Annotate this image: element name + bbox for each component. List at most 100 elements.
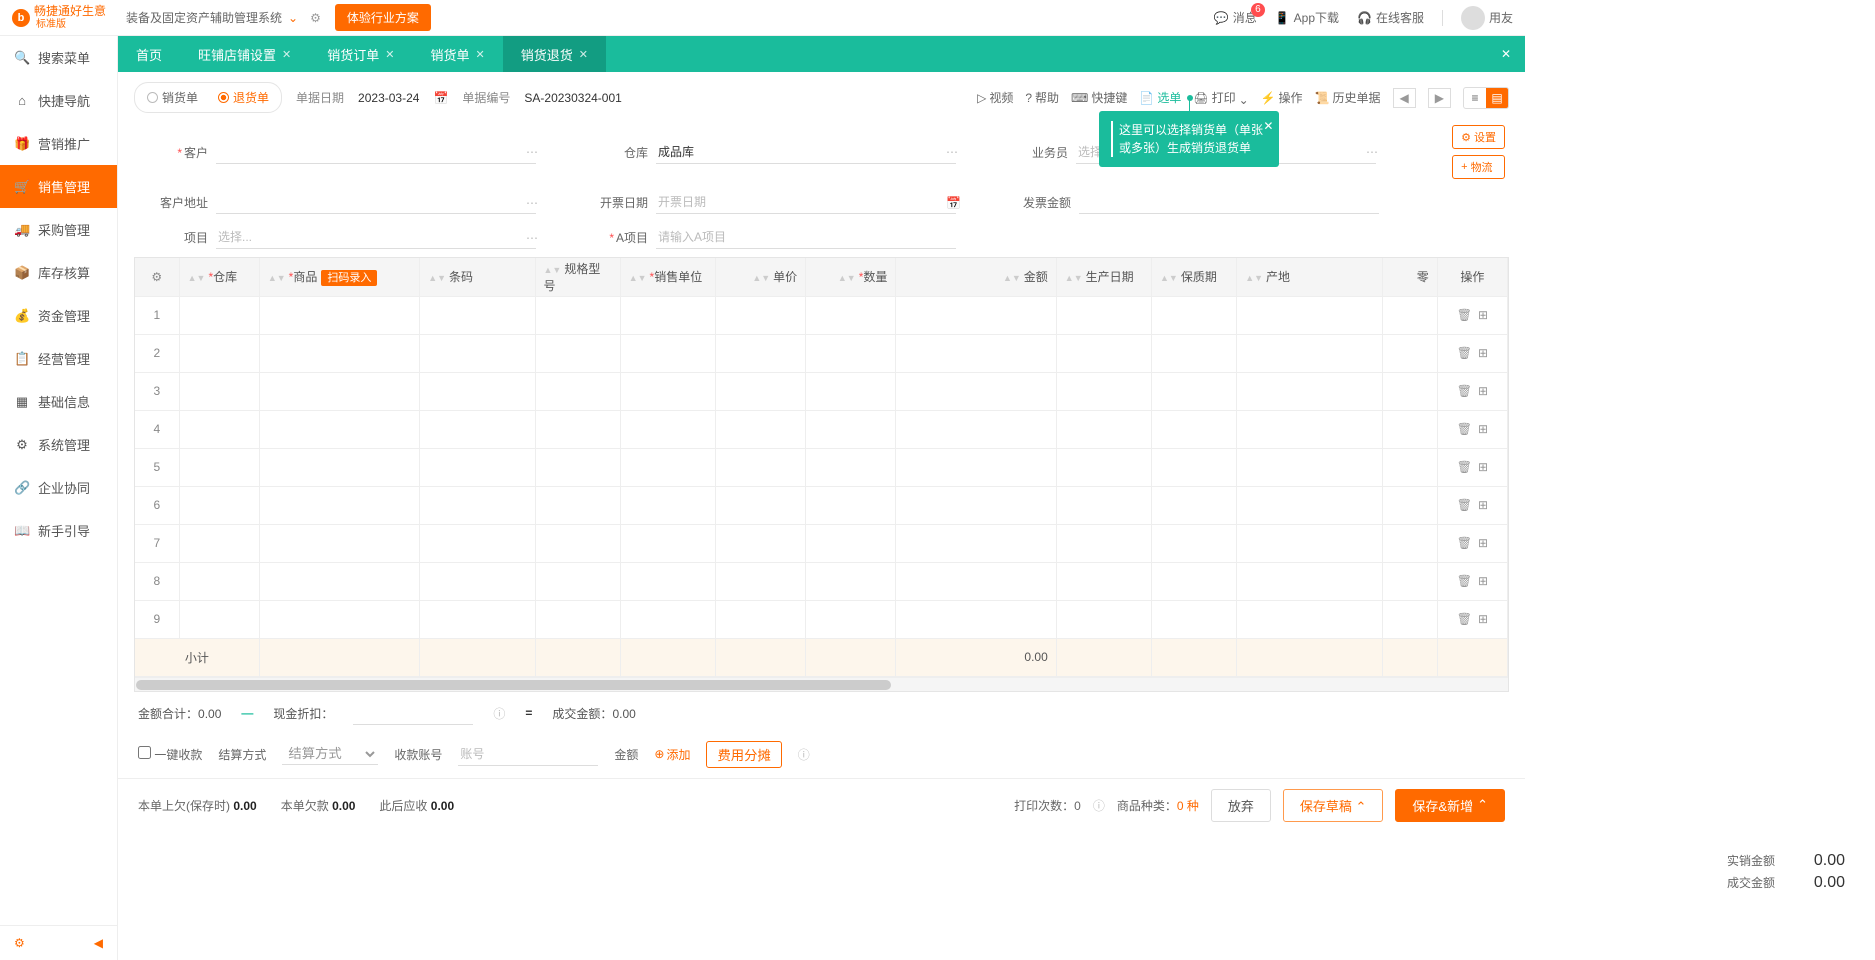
col-origin[interactable]: ▲▼产地	[1237, 258, 1382, 296]
table-row[interactable]: 8🗑⊞	[135, 562, 1508, 600]
radio-sales[interactable]: 销货单	[137, 85, 208, 110]
col-price[interactable]: ▲▼单价	[715, 258, 805, 296]
sidebar-item-marketing[interactable]: 🎁营销推广	[0, 122, 117, 165]
discount-input[interactable]	[353, 702, 473, 725]
sidebar-item-finance[interactable]: 💰资金管理	[0, 294, 117, 337]
delete-icon[interactable]: 🗑	[1457, 422, 1472, 436]
account-input[interactable]	[458, 743, 598, 766]
view-list-button[interactable]: ≡	[1464, 88, 1486, 108]
copy-icon[interactable]: ⊞	[1478, 460, 1488, 474]
hotkey-button[interactable]: ⌨快捷键	[1071, 89, 1127, 106]
sidebar-item-basic[interactable]: ▦基础信息	[0, 380, 117, 423]
sidebar-item-system[interactable]: ⚙系统管理	[0, 423, 117, 466]
save-new-button[interactable]: 保存&新增 ⌃	[1395, 789, 1505, 822]
warehouse-input[interactable]	[656, 141, 956, 164]
copy-icon[interactable]: ⊞	[1478, 308, 1488, 322]
help-button[interactable]: ?帮助	[1025, 89, 1059, 106]
discard-button[interactable]: 放弃	[1211, 789, 1271, 822]
select-doc-button[interactable]: 📄选单 这里可以选择销货单（单张或多张）生成销货退货单 ✕	[1139, 89, 1181, 106]
info-icon[interactable]: ⓘ	[493, 705, 505, 722]
col-qty[interactable]: ▲▼*数量	[806, 258, 896, 296]
video-button[interactable]: ▷视频	[977, 89, 1013, 106]
tab-sales-doc[interactable]: 销货单✕	[412, 36, 502, 72]
add-payment-button[interactable]: ⊕添加	[654, 746, 690, 763]
info-icon[interactable]: ⓘ	[798, 746, 810, 763]
tooltip-close-icon[interactable]: ✕	[1263, 117, 1273, 135]
col-shelf[interactable]: ▲▼保质期	[1152, 258, 1237, 296]
more-icon[interactable]: ⋯	[946, 145, 958, 159]
address-input[interactable]	[216, 191, 536, 214]
close-icon[interactable]: ✕	[282, 48, 291, 61]
sidebar-item-guide[interactable]: 📖新手引导	[0, 509, 117, 552]
sidebar-collapse-icon[interactable]: ◀	[94, 936, 103, 950]
user-menu[interactable]: 用友	[1461, 6, 1513, 30]
close-icon[interactable]: ✕	[476, 48, 485, 61]
prev-doc-button[interactable]: ◀	[1393, 88, 1416, 108]
col-settings[interactable]: ⚙	[135, 258, 179, 296]
project-input[interactable]	[216, 226, 536, 249]
copy-icon[interactable]: ⊞	[1478, 498, 1488, 512]
delete-icon[interactable]: 🗑	[1457, 346, 1472, 360]
copy-icon[interactable]: ⊞	[1478, 574, 1488, 588]
col-proddate[interactable]: ▲▼生产日期	[1056, 258, 1151, 296]
more-icon[interactable]: ⋯	[526, 145, 538, 159]
col-amount[interactable]: ▲▼金额	[896, 258, 1056, 296]
more-icon[interactable]: ⋯	[1366, 145, 1378, 159]
col-spec[interactable]: ▲▼规格型号	[535, 258, 620, 296]
copy-icon[interactable]: ⊞	[1478, 612, 1488, 626]
info-icon[interactable]: ⓘ	[1093, 797, 1105, 814]
close-icon[interactable]: ✕	[579, 48, 588, 61]
sidebar-item-collab[interactable]: 🔗企业协同	[0, 466, 117, 509]
more-icon[interactable]: ⋯	[526, 231, 538, 245]
copy-icon[interactable]: ⊞	[1478, 384, 1488, 398]
print-button[interactable]: 🖨打印⌄	[1193, 89, 1248, 106]
delete-icon[interactable]: 🗑	[1457, 536, 1472, 550]
calendar-icon[interactable]: 📅	[946, 196, 961, 210]
fee-share-button[interactable]: 费用分摊	[706, 741, 781, 768]
sidebar-item-inventory[interactable]: 📦库存核算	[0, 251, 117, 294]
history-button[interactable]: 📜历史单据	[1315, 89, 1381, 106]
copy-icon[interactable]: ⊞	[1478, 422, 1488, 436]
logistics-button[interactable]: +物流	[1452, 155, 1505, 179]
settings-button[interactable]: ⚙设置	[1452, 125, 1505, 149]
tab-sales-order[interactable]: 销货订单✕	[309, 36, 412, 72]
table-row[interactable]: 3🗑⊞	[135, 372, 1508, 410]
sidebar-item-sales[interactable]: 🛒销售管理	[0, 165, 117, 208]
table-row[interactable]: 6🗑⊞	[135, 486, 1508, 524]
table-row[interactable]: 9🗑⊞	[135, 600, 1508, 638]
sidebar-item-operation[interactable]: 📋经营管理	[0, 337, 117, 380]
oneclick-checkbox[interactable]: 一键收款	[138, 746, 202, 763]
col-warehouse[interactable]: ▲▼*仓库	[179, 258, 259, 296]
col-barcode[interactable]: ▲▼条码	[420, 258, 535, 296]
table-row[interactable]: 2🗑⊞	[135, 334, 1508, 372]
delete-icon[interactable]: 🗑	[1457, 460, 1472, 474]
delete-icon[interactable]: 🗑	[1457, 574, 1472, 588]
horizontal-scrollbar[interactable]	[135, 677, 1508, 691]
operate-button[interactable]: ⚡操作	[1261, 89, 1303, 106]
app-download-link[interactable]: 📱 App下载	[1275, 9, 1339, 26]
radio-return[interactable]: 退货单	[208, 85, 279, 110]
col-product[interactable]: ▲▼*商品扫码录入	[259, 258, 419, 296]
delete-icon[interactable]: 🗑	[1457, 308, 1472, 322]
customer-input[interactable]	[216, 141, 536, 164]
system-dropdown[interactable]: 装备及固定资产辅助管理系统 ⌄	[126, 9, 298, 26]
delete-icon[interactable]: 🗑	[1457, 612, 1472, 626]
next-doc-button[interactable]: ▶	[1428, 88, 1451, 108]
invoice-amount-input[interactable]	[1079, 191, 1379, 214]
tab-shop-settings[interactable]: 旺铺店铺设置✕	[180, 36, 309, 72]
close-icon[interactable]: ✕	[385, 48, 394, 61]
sidebar-item-purchase[interactable]: 🚚采购管理	[0, 208, 117, 251]
sidebar-item-search[interactable]: 🔍搜索菜单	[0, 36, 117, 79]
col-extra[interactable]: 零	[1382, 258, 1437, 296]
col-unit[interactable]: ▲▼*销售单位	[620, 258, 715, 296]
tab-sales-return[interactable]: 销货退货✕	[503, 36, 606, 72]
tab-home[interactable]: 首页	[118, 36, 180, 72]
date-value[interactable]: 2023-03-24	[358, 91, 419, 105]
message-link[interactable]: 💬 消息 6	[1214, 9, 1257, 26]
delete-icon[interactable]: 🗑	[1457, 384, 1472, 398]
table-row[interactable]: 4🗑⊞	[135, 410, 1508, 448]
close-all-tabs[interactable]: ✕	[1487, 36, 1525, 72]
save-draft-button[interactable]: 保存草稿 ⌃	[1283, 789, 1384, 822]
invoice-date-input[interactable]	[656, 191, 956, 214]
sidebar-settings-icon[interactable]: ⚙	[14, 936, 25, 950]
